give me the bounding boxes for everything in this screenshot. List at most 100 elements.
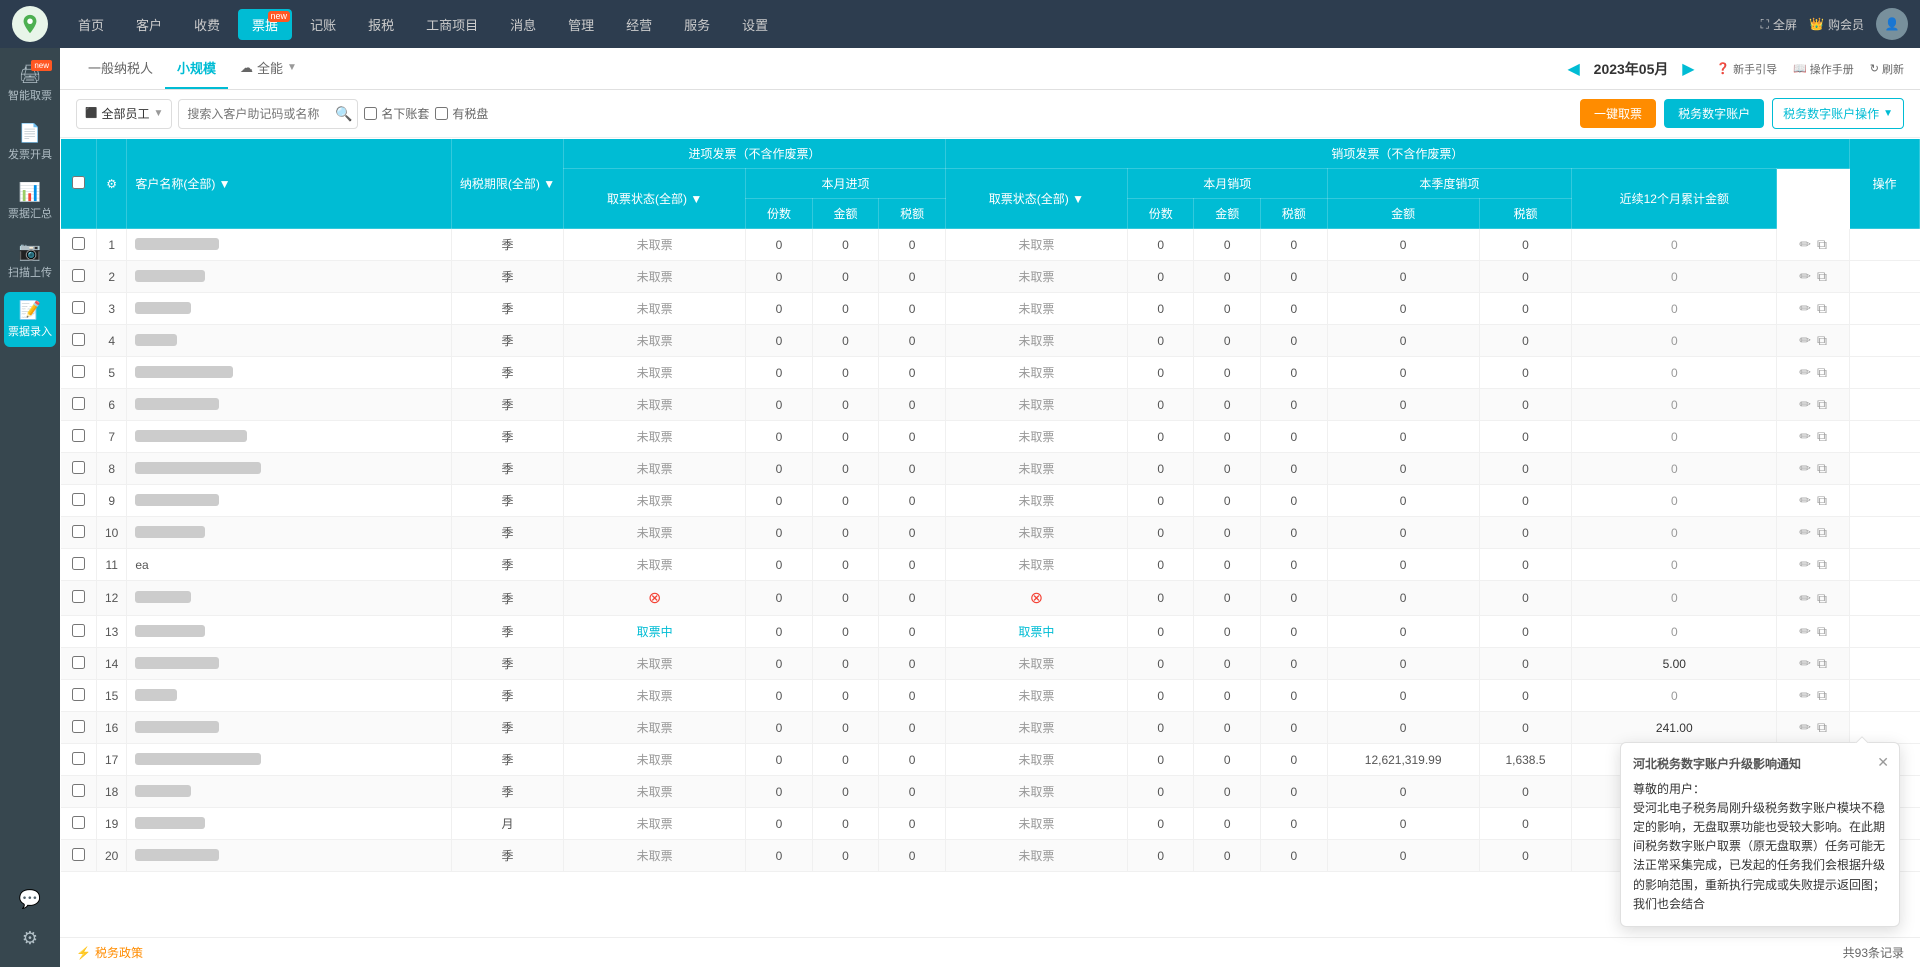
edit-btn[interactable]: ✏: [1799, 300, 1811, 317]
copy-btn[interactable]: ⧉: [1817, 364, 1827, 381]
tab-all-dropdown-icon[interactable]: ▼: [287, 62, 297, 73]
edit-btn[interactable]: ✏: [1799, 687, 1811, 704]
row-checkbox[interactable]: [72, 333, 85, 346]
edit-btn[interactable]: ✏: [1799, 492, 1811, 509]
row-checkbox[interactable]: [72, 429, 85, 442]
copy-btn[interactable]: ⧉: [1817, 268, 1827, 285]
sidebar-item-invoice-entry[interactable]: 📝 票据录入: [4, 292, 56, 347]
th-client-name: 客户名称(全部) ▼: [127, 139, 452, 229]
copy-btn[interactable]: ⧉: [1817, 719, 1827, 736]
copy-btn[interactable]: ⧉: [1817, 396, 1827, 413]
nav-business[interactable]: 工商项目: [412, 9, 492, 40]
row-checkbox[interactable]: [72, 624, 85, 637]
td-checkbox: [61, 517, 97, 549]
copy-btn[interactable]: ⧉: [1817, 524, 1827, 541]
sidebar-item-smart-ticket[interactable]: 🖨 智能取票 new: [4, 56, 56, 111]
copy-btn[interactable]: ⧉: [1817, 687, 1827, 704]
guide-btn[interactable]: ❓ 新手引导: [1716, 61, 1777, 77]
edit-btn[interactable]: ✏: [1799, 623, 1811, 640]
refresh-btn[interactable]: ↻ 刷新: [1870, 61, 1904, 77]
shuiwu-digital-btn[interactable]: 税务数字账户: [1664, 99, 1764, 128]
edit-btn[interactable]: ✏: [1799, 655, 1811, 672]
row-checkbox[interactable]: [72, 784, 85, 797]
row-checkbox[interactable]: [72, 688, 85, 701]
copy-btn[interactable]: ⧉: [1817, 655, 1827, 672]
nav-bookkeeping[interactable]: 记账: [296, 9, 350, 40]
edit-btn[interactable]: ✏: [1799, 428, 1811, 445]
tab-all[interactable]: ☁ 全能 ▼: [228, 48, 309, 89]
row-checkbox[interactable]: [72, 493, 85, 506]
row-checkbox[interactable]: [72, 397, 85, 410]
row-checkbox[interactable]: [72, 590, 85, 603]
copy-btn[interactable]: ⧉: [1817, 590, 1827, 607]
row-checkbox[interactable]: [72, 301, 85, 314]
edit-btn[interactable]: ✏: [1799, 556, 1811, 573]
sidebar-item-gear[interactable]: ⚙: [4, 920, 56, 959]
xiazhangshu-checkbox[interactable]: [364, 107, 377, 120]
vip-btn[interactable]: 👑 购会员: [1809, 16, 1864, 33]
edit-btn[interactable]: ✏: [1799, 268, 1811, 285]
yijian-qupiao-btn[interactable]: 一键取票: [1580, 99, 1656, 128]
nav-tax[interactable]: 报税: [354, 9, 408, 40]
nav-message[interactable]: 消息: [496, 9, 550, 40]
sidebar-item-invoice-open[interactable]: 📄 发票开具: [4, 115, 56, 170]
nav-operation[interactable]: 经营: [612, 9, 666, 40]
sidebar-item-invoice-summary[interactable]: 📊 票据汇总: [4, 174, 56, 229]
copy-btn[interactable]: ⧉: [1817, 332, 1827, 349]
date-prev-btn[interactable]: ◀: [1562, 57, 1586, 81]
search-input[interactable]: [178, 99, 358, 129]
checkbox-youshui[interactable]: 有税盘: [435, 105, 488, 122]
tab-small-scale[interactable]: 小规模: [165, 48, 228, 89]
date-next-btn[interactable]: ▶: [1676, 57, 1700, 81]
row-checkbox[interactable]: [72, 720, 85, 733]
row-checkbox[interactable]: [72, 525, 85, 538]
copy-btn[interactable]: ⧉: [1817, 236, 1827, 253]
edit-btn[interactable]: ✏: [1799, 396, 1811, 413]
copy-btn[interactable]: ⧉: [1817, 460, 1827, 477]
row-checkbox[interactable]: [72, 816, 85, 829]
copy-btn[interactable]: ⧉: [1817, 428, 1827, 445]
row-checkbox[interactable]: [72, 269, 85, 282]
employee-selector[interactable]: ⬛ 全部员工 ▼: [76, 99, 172, 129]
nav-manage[interactable]: 管理: [554, 9, 608, 40]
nav-client[interactable]: 客户: [122, 9, 176, 40]
nav-invoice[interactable]: 票据 new: [238, 9, 292, 40]
row-checkbox[interactable]: [72, 557, 85, 570]
nav-service[interactable]: 服务: [670, 9, 724, 40]
edit-btn[interactable]: ✏: [1799, 332, 1811, 349]
out-status-weiqupiao: 未取票: [1018, 558, 1054, 572]
sidebar-item-scan-upload[interactable]: 📷 扫描上传: [4, 233, 56, 288]
edit-btn[interactable]: ✏: [1799, 590, 1811, 607]
copy-btn[interactable]: ⧉: [1817, 556, 1827, 573]
edit-btn[interactable]: ✏: [1799, 364, 1811, 381]
select-all-checkbox[interactable]: [72, 176, 85, 189]
edit-btn[interactable]: ✏: [1799, 236, 1811, 253]
notification-close-btn[interactable]: ✕: [1877, 751, 1889, 773]
manual-btn[interactable]: 📖 操作手册: [1793, 61, 1854, 77]
row-checkbox[interactable]: [72, 848, 85, 861]
checkbox-xiazhangshu[interactable]: 名下账套: [364, 105, 429, 122]
fullscreen-btn[interactable]: ⛶ 全屏: [1761, 16, 1797, 33]
user-avatar[interactable]: 👤: [1876, 8, 1908, 40]
in-status-weiqupiao: 未取票: [637, 657, 673, 671]
copy-btn[interactable]: ⧉: [1817, 623, 1827, 640]
row-checkbox[interactable]: [72, 752, 85, 765]
youshui-checkbox[interactable]: [435, 107, 448, 120]
edit-btn[interactable]: ✏: [1799, 719, 1811, 736]
tax-policy-link[interactable]: ⚡ 税务政策: [76, 944, 143, 961]
edit-btn[interactable]: ✏: [1799, 460, 1811, 477]
copy-btn[interactable]: ⧉: [1817, 300, 1827, 317]
row-checkbox[interactable]: [72, 656, 85, 669]
nav-home[interactable]: 首页: [64, 9, 118, 40]
row-checkbox[interactable]: [72, 365, 85, 378]
search-icon[interactable]: 🔍: [335, 105, 352, 122]
copy-btn[interactable]: ⧉: [1817, 492, 1827, 509]
edit-btn[interactable]: ✏: [1799, 524, 1811, 541]
row-checkbox[interactable]: [72, 461, 85, 474]
nav-fee[interactable]: 收费: [180, 9, 234, 40]
row-checkbox[interactable]: [72, 237, 85, 250]
shuiwu-caozuo-btn[interactable]: 税务数字账户操作 ▼: [1772, 98, 1904, 129]
nav-settings[interactable]: 设置: [728, 9, 782, 40]
sidebar-item-chat[interactable]: 💬: [4, 881, 56, 920]
tab-general-taxpayer[interactable]: 一般纳税人: [76, 48, 165, 89]
